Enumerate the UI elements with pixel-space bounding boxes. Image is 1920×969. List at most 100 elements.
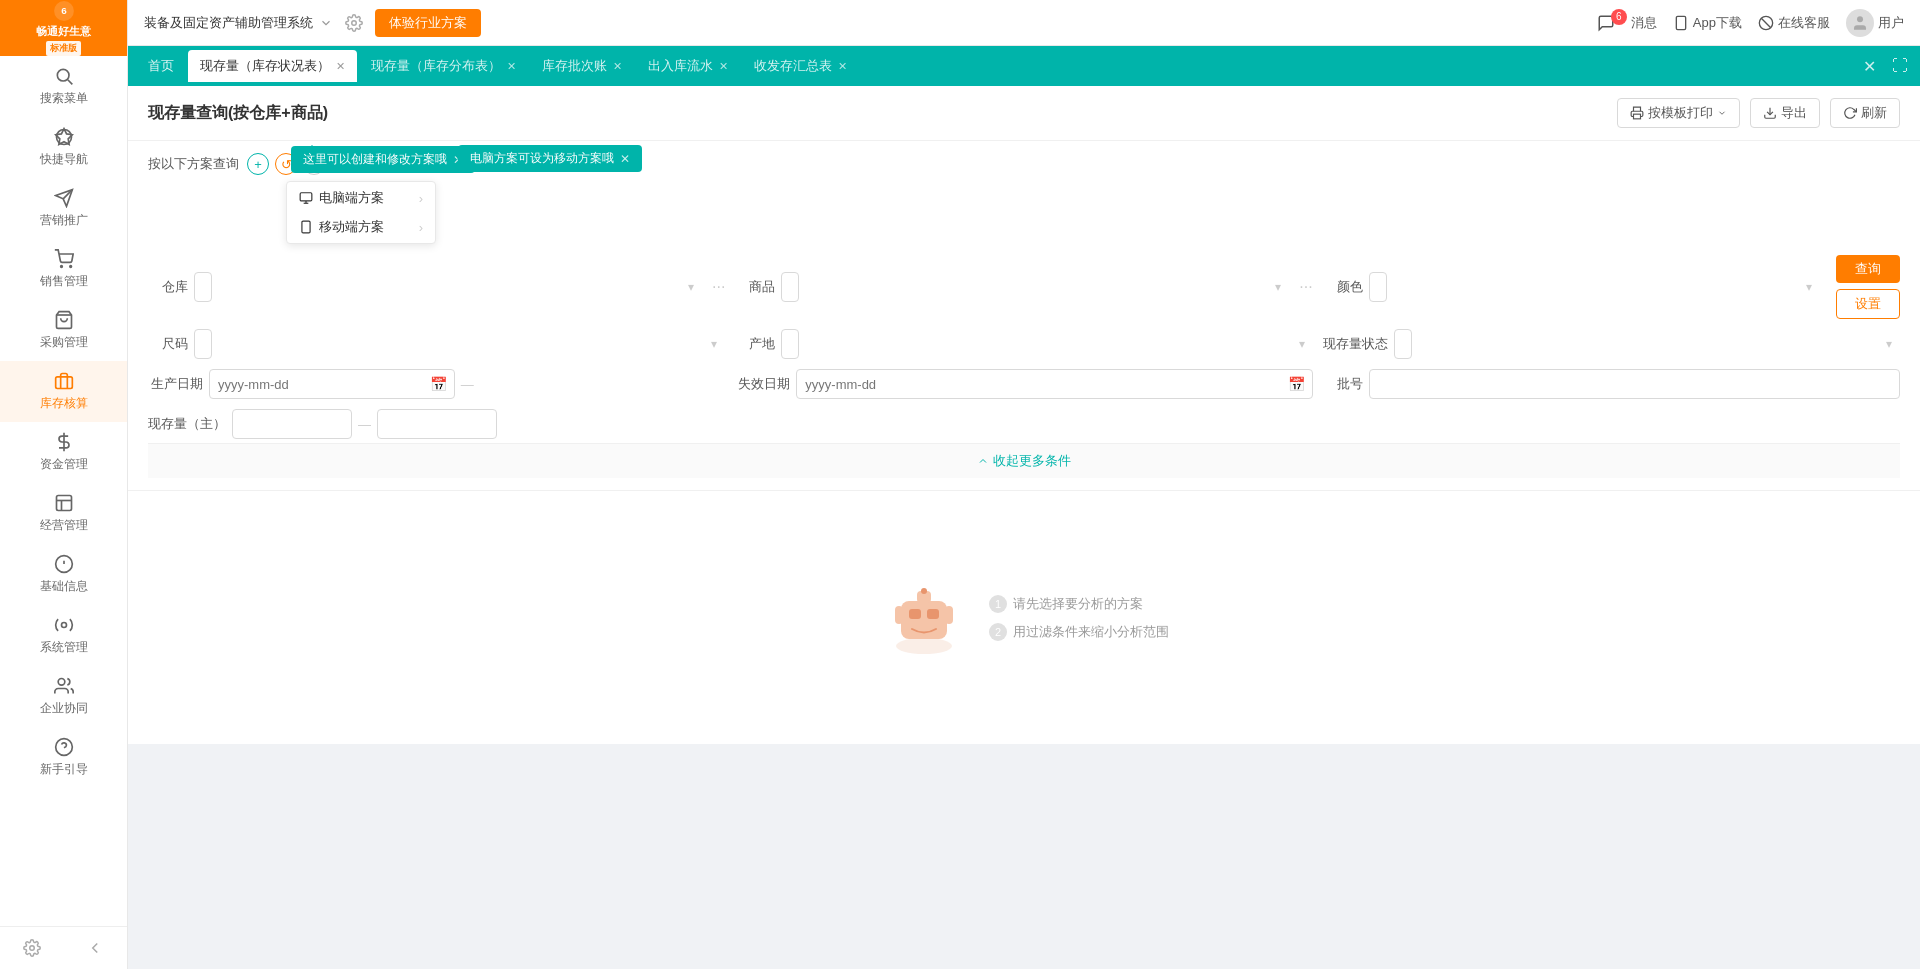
sidebar-item-marketing[interactable]: 营销推广 [0, 178, 127, 239]
user-label: 用户 [1878, 14, 1904, 32]
topbar-system: 装备及固定资产辅助管理系统 [144, 14, 333, 32]
batch-input[interactable] [1369, 369, 1900, 399]
stock-qty-max-input[interactable] [377, 409, 497, 439]
origin-select-wrapper [781, 329, 1312, 359]
scheme-item-pc[interactable]: 电脑端方案 › [287, 182, 435, 214]
warehouse-dots[interactable]: ··· [712, 278, 725, 296]
produce-date-input[interactable] [209, 369, 455, 399]
svg-rect-38 [895, 606, 903, 624]
tab-close-all-icon[interactable]: ✕ [1859, 53, 1880, 80]
goods-dots[interactable]: ··· [1299, 278, 1312, 296]
collapse-bar[interactable]: 收起更多条件 [148, 443, 1900, 478]
stock-status-label: 现存量状态 [1323, 335, 1388, 353]
stock-qty-label: 现存量（主） [148, 415, 226, 433]
collapse-icon[interactable] [86, 939, 104, 957]
sidebar-logo-text: 畅通好生意 [36, 24, 91, 39]
sidebar-item-inventory[interactable]: 库存核算 [0, 361, 127, 422]
color-label: 颜色 [1323, 278, 1363, 296]
phone-icon [1673, 15, 1689, 31]
tab-inventory-status[interactable]: 现存量（库存状况表） ✕ [188, 50, 357, 82]
tabbar: 首页 现存量（库存状况表） ✕ 现存量（库存分布表） ✕ 库存批次账 ✕ 出入库… [128, 46, 1920, 86]
tab-close-batch[interactable]: ✕ [613, 60, 622, 73]
svg-rect-34 [909, 609, 921, 619]
refresh-btn[interactable]: 刷新 [1830, 98, 1900, 128]
user-avatar [1846, 9, 1874, 37]
stock-qty-min-input[interactable] [232, 409, 352, 439]
system-dropdown-icon[interactable] [319, 16, 333, 30]
tabbar-right: ✕ ⛶ [1859, 53, 1912, 80]
svg-point-15 [61, 623, 66, 628]
system-name: 装备及固定资产辅助管理系统 [144, 14, 313, 32]
search-btn[interactable]: 查询 [1836, 255, 1900, 283]
collapse-label: 收起更多条件 [993, 452, 1071, 470]
svg-point-20 [352, 20, 357, 25]
size-select[interactable] [194, 329, 212, 359]
topbar-message[interactable]: 6 消息 [1597, 14, 1657, 32]
expire-date-input-wrapper: 📅 [796, 369, 1312, 399]
scheme-item-mobile[interactable]: 移动端方案 › [287, 214, 435, 243]
svg-point-37 [921, 588, 927, 594]
sidebar-item-finance[interactable]: 资金管理 [0, 422, 127, 483]
tab-fullscreen-icon[interactable]: ⛶ [1888, 53, 1912, 80]
tab-home[interactable]: 首页 [136, 50, 186, 82]
tab-batch[interactable]: 库存批次账 ✕ [530, 50, 634, 82]
color-select[interactable] [1369, 272, 1387, 302]
main-area: 装备及固定资产辅助管理系统 体验行业方案 6 消息 App下载 在线客服 [128, 0, 1920, 969]
warehouse-select-wrapper [194, 272, 702, 302]
origin-select[interactable] [781, 329, 799, 359]
expire-date-label: 失效日期 [735, 375, 790, 393]
add-scheme-btn[interactable]: + [247, 153, 269, 175]
settings-icon[interactable] [23, 939, 41, 957]
filter-label: 按以下方案查询 [148, 155, 239, 173]
industry-btn[interactable]: 体验行业方案 [375, 9, 481, 37]
print-icon [1630, 106, 1644, 120]
goods-select[interactable] [781, 272, 799, 302]
sidebar-item-system[interactable]: 系统管理 [0, 605, 127, 666]
tab-close-inventory-status[interactable]: ✕ [336, 60, 345, 73]
warehouse-select[interactable] [194, 272, 212, 302]
expire-date-cal-icon[interactable]: 📅 [1288, 376, 1305, 392]
stock-status-select[interactable] [1394, 329, 1412, 359]
tooltip2-wrapper: 这里可以创建和修改方案哦 ✕ [291, 146, 475, 173]
topbar-app-download[interactable]: App下载 [1673, 14, 1742, 32]
svg-rect-11 [56, 496, 71, 511]
page-header: 现存量查询(按仓库+商品) 按模板打印 导出 刷新 [128, 86, 1920, 141]
sidebar-item-basic[interactable]: 基础信息 [0, 544, 127, 605]
sidebar-item-nav[interactable]: 快捷导航 [0, 117, 127, 178]
sidebar-item-collab[interactable]: 企业协同 [0, 666, 127, 727]
tab-flow[interactable]: 出入库流水 ✕ [636, 50, 740, 82]
sidebar-item-purchase[interactable]: 采购管理 [0, 300, 127, 361]
settings-icon[interactable] [345, 14, 363, 32]
sidebar-item-search[interactable]: 搜索菜单 [0, 56, 127, 117]
stock-status-select-wrapper [1394, 329, 1900, 359]
sidebar-item-sales[interactable]: 销售管理 [0, 239, 127, 300]
goods-label: 商品 [735, 278, 775, 296]
svg-point-24 [1857, 16, 1863, 22]
sidebar: 6 畅通好生意 标准版 搜索菜单 快捷导航 营销推广 销售管理 采购管理 库存核… [0, 0, 128, 969]
tab-close-inventory-dist[interactable]: ✕ [507, 60, 516, 73]
print-btn[interactable]: 按模板打印 [1617, 98, 1740, 128]
tooltip1-close[interactable]: ✕ [620, 152, 630, 166]
sidebar-item-management[interactable]: 经营管理 [0, 483, 127, 544]
filter-cell-expire-date: 失效日期 📅 [735, 369, 1312, 399]
scheme-mobile-label: 移动端方案 [319, 218, 413, 236]
sidebar-item-guide[interactable]: 新手引导 [0, 727, 127, 788]
filter-cell-produce-date: 生产日期 📅 — [148, 369, 725, 399]
filter-header-row: 按以下方案查询 + ↺ ← 电脑方案可设为移动方案哦 ✕ [148, 153, 1900, 175]
svg-point-16 [58, 679, 65, 686]
tab-summary[interactable]: 收发存汇总表 ✕ [742, 50, 859, 82]
produce-date-cal-icon[interactable]: 📅 [430, 376, 447, 392]
export-btn[interactable]: 导出 [1750, 98, 1820, 128]
collapse-arrow-icon [977, 455, 989, 467]
expire-date-input[interactable] [796, 369, 1312, 399]
set-btn[interactable]: 设置 [1836, 289, 1900, 319]
tab-inventory-dist[interactable]: 现存量（库存分布表） ✕ [359, 50, 528, 82]
batch-label: 批号 [1323, 375, 1363, 393]
sidebar-bottom [0, 926, 127, 969]
page-actions: 按模板打印 导出 刷新 [1617, 98, 1900, 128]
tab-close-summary[interactable]: ✕ [838, 60, 847, 73]
tab-close-flow[interactable]: ✕ [719, 60, 728, 73]
scheme-pc-label: 电脑端方案 [319, 189, 413, 207]
topbar-support[interactable]: 在线客服 [1758, 14, 1830, 32]
topbar-user[interactable]: 用户 [1846, 9, 1904, 37]
